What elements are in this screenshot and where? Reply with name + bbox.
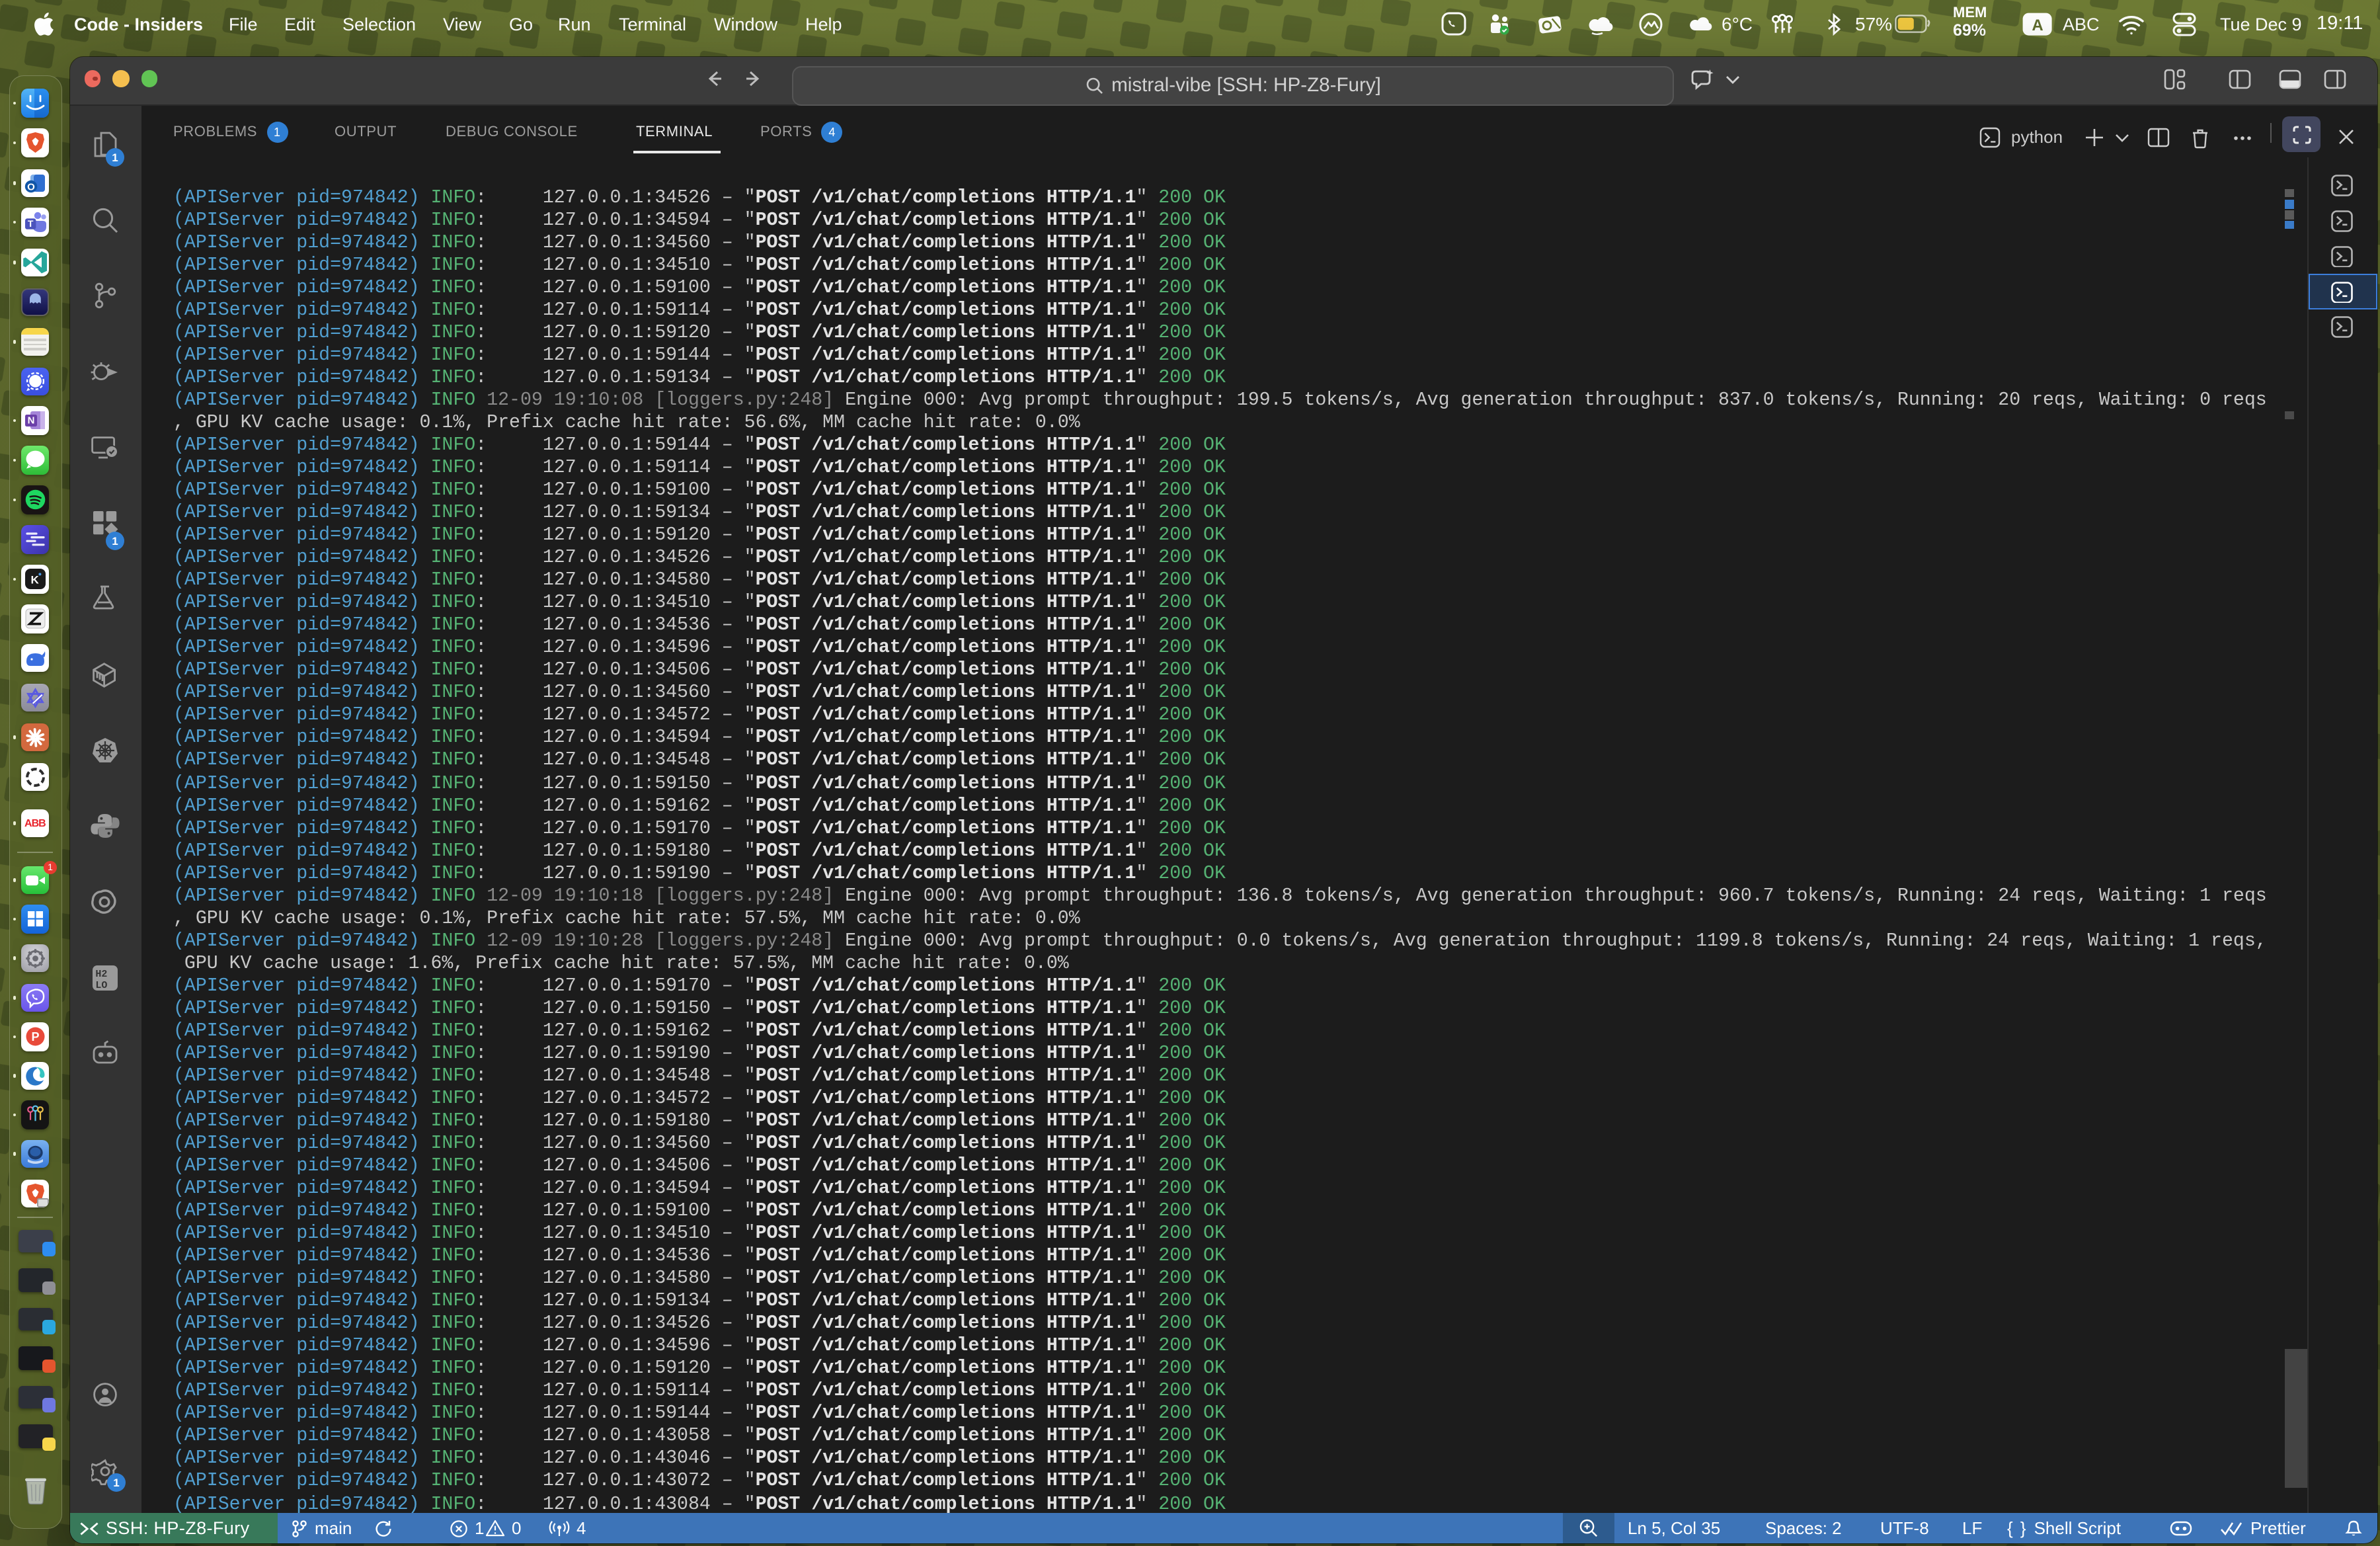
svg-text:T: T xyxy=(27,218,33,229)
svg-text:O: O xyxy=(27,181,35,192)
svg-text:LO: LO xyxy=(95,980,107,991)
svg-text:P: P xyxy=(31,1031,39,1044)
svg-text:H2: H2 xyxy=(95,968,107,979)
svg-text:K: K xyxy=(30,574,39,587)
svg-text:N: N xyxy=(27,415,34,427)
